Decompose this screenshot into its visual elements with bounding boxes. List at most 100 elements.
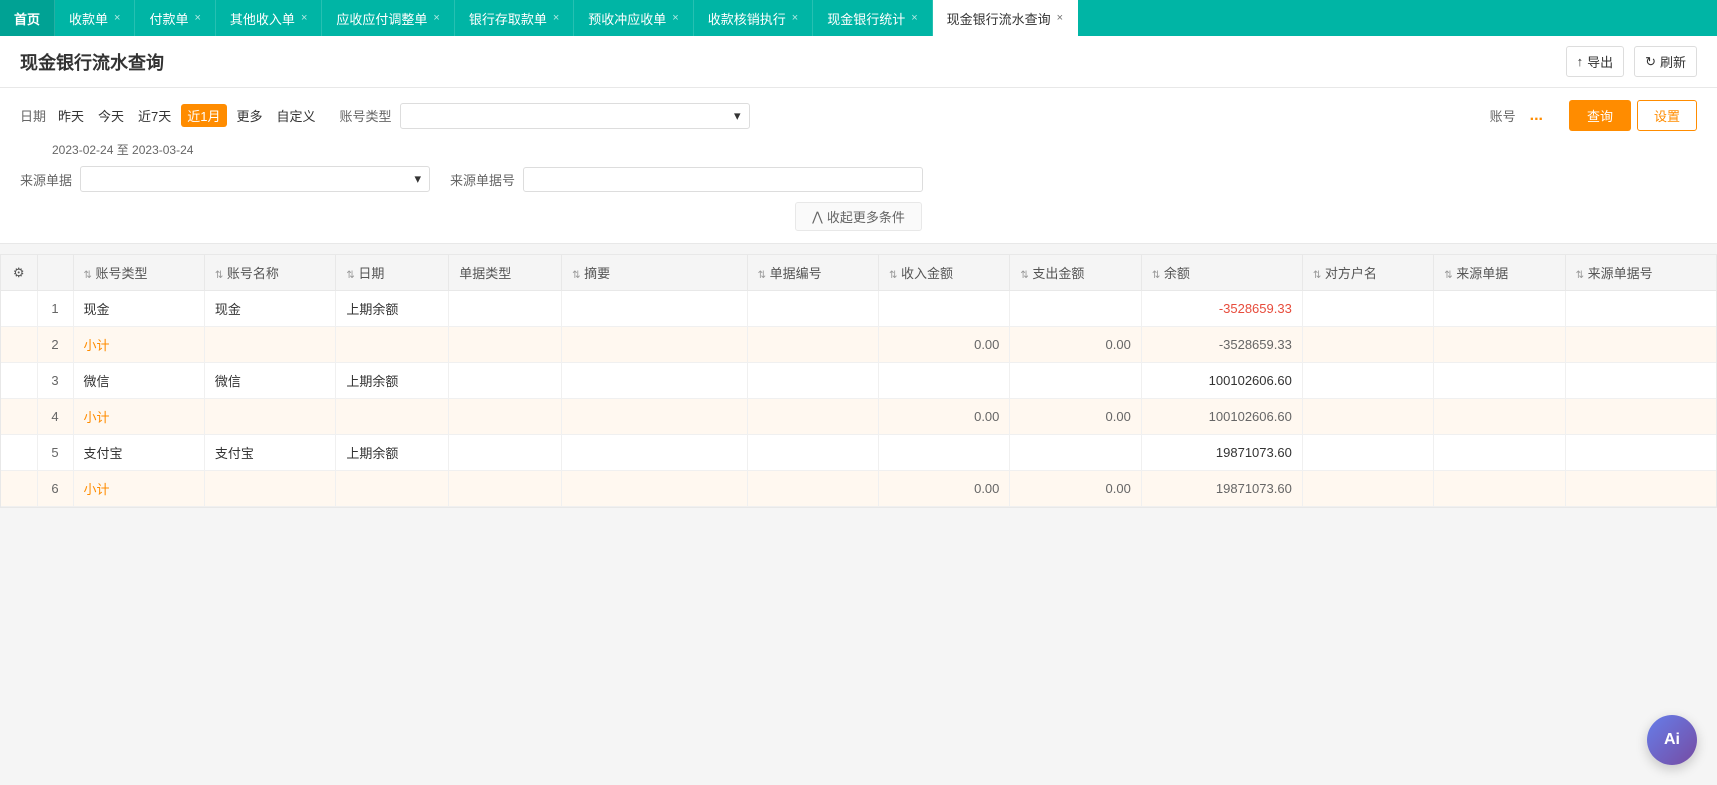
th-balance[interactable]: ⇅ 余额 bbox=[1141, 255, 1302, 291]
ai-button[interactable]: Ai bbox=[1647, 715, 1697, 765]
nav-tab-cash-bank-stat[interactable]: 现金银行统计 × bbox=[813, 0, 932, 36]
nav-tab-bank-deposit[interactable]: 银行存取款单 × bbox=[455, 0, 574, 36]
row-balance: 19871073.60 bbox=[1141, 435, 1302, 471]
row-account-type: 现金 bbox=[73, 291, 204, 327]
main-table: ⚙ ⇅ 账号类型 ⇅ 账号名称 ⇅ 日期 单据类型 ⇅ 摘要 bbox=[1, 255, 1716, 507]
row-account-type: 小计 bbox=[73, 471, 204, 507]
row-gear bbox=[1, 327, 37, 363]
row-num: 2 bbox=[37, 327, 73, 363]
collapse-bar: ⋀ 收起更多条件 bbox=[20, 202, 1697, 231]
th-income[interactable]: ⇅ 收入金额 bbox=[878, 255, 1009, 291]
filter-group-source-doc: 来源单据 ▾ bbox=[20, 166, 430, 192]
row-source-doc-no bbox=[1565, 363, 1716, 399]
date-range-text: 2023-02-24 至 2023-03-24 bbox=[52, 143, 193, 157]
nav-home-label: 首页 bbox=[14, 9, 40, 28]
export-button[interactable]: ↑ 导出 bbox=[1566, 46, 1625, 77]
row-income bbox=[878, 363, 1009, 399]
row-income bbox=[878, 435, 1009, 471]
close-icon[interactable]: × bbox=[114, 12, 120, 24]
th-date[interactable]: ⇅ 日期 bbox=[336, 255, 449, 291]
th-account-type[interactable]: ⇅ 账号类型 bbox=[73, 255, 204, 291]
action-buttons: 查询 设置 bbox=[1569, 100, 1697, 131]
row-summary bbox=[562, 471, 748, 507]
account-dots-button[interactable]: ... bbox=[1524, 105, 1549, 127]
nav-tab-payment[interactable]: 付款单 × bbox=[135, 0, 215, 36]
close-icon[interactable]: × bbox=[194, 12, 200, 24]
shortcut-7days[interactable]: 近7天 bbox=[134, 104, 175, 127]
row-num: 6 bbox=[37, 471, 73, 507]
sort-icon: ⇅ bbox=[1444, 270, 1452, 281]
row-date bbox=[336, 399, 449, 435]
table-row: 2 小计 0.00 0.00 -3528659.33 bbox=[1, 327, 1716, 363]
row-counterpart bbox=[1302, 471, 1433, 507]
th-counterpart[interactable]: ⇅ 对方户名 bbox=[1302, 255, 1433, 291]
row-num: 3 bbox=[37, 363, 73, 399]
close-icon[interactable]: × bbox=[1057, 12, 1063, 24]
collapse-button[interactable]: ⋀ 收起更多条件 bbox=[795, 202, 922, 231]
shortcut-today[interactable]: 今天 bbox=[94, 104, 128, 127]
row-expense bbox=[1010, 363, 1141, 399]
date-filter-label: 日期 bbox=[20, 106, 46, 125]
account-type-filter-label: 账号类型 bbox=[340, 106, 392, 125]
row-expense bbox=[1010, 291, 1141, 327]
account-type-select[interactable]: ▾ bbox=[400, 103, 750, 129]
nav-tab-ar-ap-adjust[interactable]: 应收应付调整单 × bbox=[322, 0, 454, 36]
table-row: 6 小计 0.00 0.00 19871073.60 bbox=[1, 471, 1716, 507]
nav-tab-bank-deposit-label: 银行存取款单 bbox=[469, 9, 547, 28]
row-balance: 100102606.60 bbox=[1141, 399, 1302, 435]
nav-tab-writeoff[interactable]: 收款核销执行 × bbox=[694, 0, 813, 36]
query-button[interactable]: 查询 bbox=[1569, 100, 1631, 131]
date-range-display: 2023-02-24 至 2023-03-24 bbox=[52, 141, 1697, 158]
filter-group-account: 账号 ... bbox=[1490, 105, 1549, 127]
nav-tab-advance-offset[interactable]: 预收冲应收单 × bbox=[574, 0, 693, 36]
row-gear bbox=[1, 435, 37, 471]
th-account-name[interactable]: ⇅ 账号名称 bbox=[204, 255, 335, 291]
refresh-button[interactable]: ↻ 刷新 bbox=[1634, 46, 1697, 77]
shortcut-yesterday[interactable]: 昨天 bbox=[54, 104, 88, 127]
row-doc-type bbox=[449, 399, 562, 435]
row-balance: -3528659.33 bbox=[1141, 327, 1302, 363]
th-source-doc-no[interactable]: ⇅ 来源单据号 bbox=[1565, 255, 1716, 291]
row-source-doc-no bbox=[1565, 291, 1716, 327]
nav-tab-cash-bank-flow[interactable]: 现金银行流水查询 × bbox=[933, 0, 1078, 36]
th-source-doc[interactable]: ⇅ 来源单据 bbox=[1434, 255, 1565, 291]
row-source-doc bbox=[1434, 327, 1565, 363]
th-summary[interactable]: ⇅ 摘要 bbox=[562, 255, 748, 291]
nav-tab-other-income[interactable]: 其他收入单 × bbox=[216, 0, 322, 36]
source-doc-no-input[interactable] bbox=[523, 167, 923, 192]
row-doc-no bbox=[747, 399, 878, 435]
shortcut-custom[interactable]: 自定义 bbox=[273, 104, 320, 127]
sort-icon: ⇅ bbox=[215, 270, 223, 281]
nav-tab-ar-ap-adjust-label: 应收应付调整单 bbox=[336, 9, 427, 28]
row-income: 0.00 bbox=[878, 327, 1009, 363]
shortcut-1month[interactable]: 近1月 bbox=[181, 104, 226, 127]
source-doc-no-label: 来源单据号 bbox=[450, 170, 515, 189]
close-icon[interactable]: × bbox=[433, 12, 439, 24]
sort-icon: ⇅ bbox=[889, 270, 897, 281]
row-balance: 19871073.60 bbox=[1141, 471, 1302, 507]
close-icon[interactable]: × bbox=[911, 12, 917, 24]
shortcut-more[interactable]: 更多 bbox=[233, 104, 267, 127]
row-counterpart bbox=[1302, 291, 1433, 327]
th-expense[interactable]: ⇅ 支出金额 bbox=[1010, 255, 1141, 291]
row-account-name: 现金 bbox=[204, 291, 335, 327]
close-icon[interactable]: × bbox=[553, 12, 559, 24]
source-doc-select[interactable]: ▾ bbox=[80, 166, 430, 192]
settings-button[interactable]: 设置 bbox=[1637, 100, 1697, 131]
row-doc-no bbox=[747, 327, 878, 363]
row-expense: 0.00 bbox=[1010, 399, 1141, 435]
gear-icon[interactable]: ⚙ bbox=[13, 265, 25, 280]
row-expense bbox=[1010, 435, 1141, 471]
th-gear: ⚙ bbox=[1, 255, 37, 291]
nav-tab-payment-label: 付款单 bbox=[149, 9, 188, 28]
nav-home[interactable]: 首页 bbox=[0, 0, 55, 36]
row-source-doc-no bbox=[1565, 435, 1716, 471]
nav-tab-receipt[interactable]: 收款单 × bbox=[55, 0, 135, 36]
close-icon[interactable]: × bbox=[301, 12, 307, 24]
close-icon[interactable]: × bbox=[672, 12, 678, 24]
th-doc-no[interactable]: ⇅ 单据编号 bbox=[747, 255, 878, 291]
row-source-doc bbox=[1434, 471, 1565, 507]
close-icon[interactable]: × bbox=[792, 12, 798, 24]
row-account-type: 小计 bbox=[73, 327, 204, 363]
table-row: 1 现金 现金 上期余额 -3528659.33 bbox=[1, 291, 1716, 327]
